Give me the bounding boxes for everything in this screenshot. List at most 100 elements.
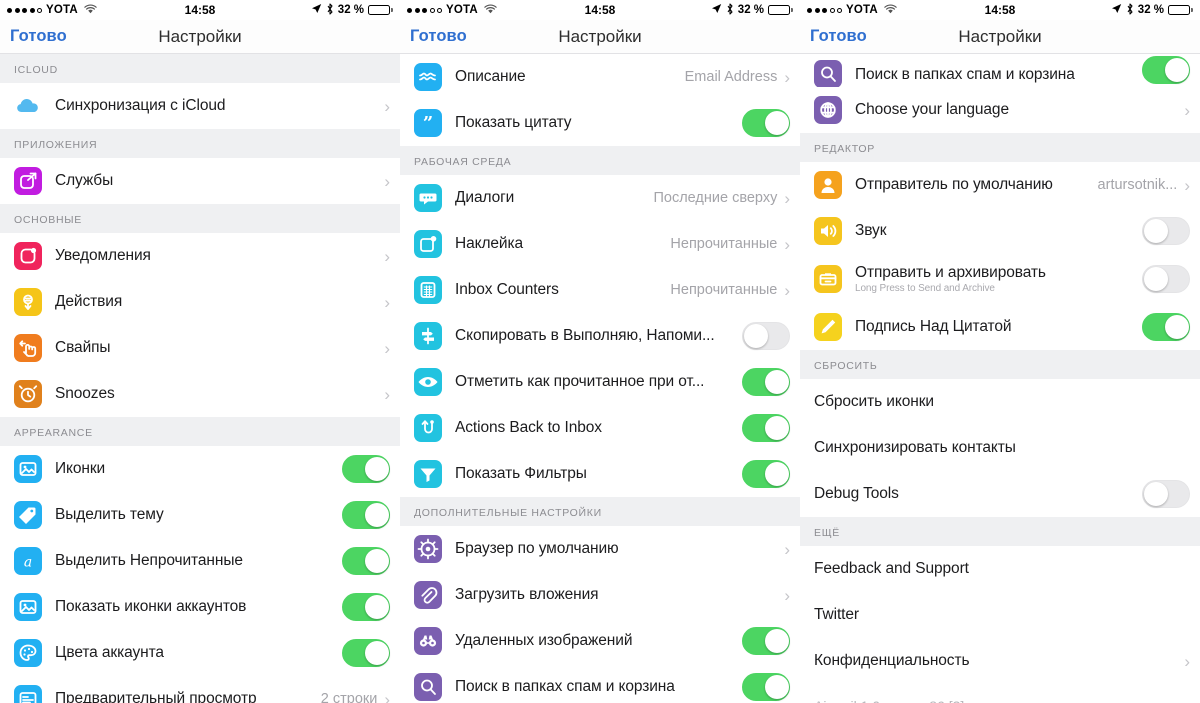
done-button[interactable]: Готово (810, 27, 867, 46)
list-item[interactable]: Иконки (0, 446, 400, 492)
list-item[interactable]: Поиск в папках спам и корзина (400, 664, 800, 703)
toggle-switch[interactable] (1142, 56, 1190, 84)
chevron-right-icon[interactable]: › (784, 587, 790, 604)
list-item[interactable]: Действия › (0, 279, 400, 325)
list-item[interactable]: Предварительный просмотр 2 строки › (0, 676, 400, 703)
list-item[interactable]: Отправитель по умолчанию artursotnik... › (800, 162, 1200, 208)
toggle-switch[interactable] (342, 455, 390, 483)
list-item-label: Скопировать в Выполняю, Напоми... (455, 327, 715, 344)
list-item[interactable]: Feedback and Support (800, 546, 1200, 592)
signal-dot-empty (829, 7, 835, 13)
battery-percent-label: 32 % (337, 4, 365, 16)
chevron-right-icon[interactable]: › (784, 541, 790, 558)
list-item[interactable]: Удаленных изображений (400, 618, 800, 664)
list-item[interactable]: Конфиденциальность › (800, 638, 1200, 684)
list-item-label: Поиск в папках спам и корзина (855, 66, 1075, 83)
list-item[interactable]: Цвета аккаунта (0, 630, 400, 676)
list-item[interactable]: Actions Back to Inbox (400, 405, 800, 451)
list-item[interactable]: Описание Email Address › (400, 54, 800, 100)
chevron-right-icon[interactable]: › (784, 282, 790, 299)
list-item-text: Debug Tools (814, 485, 1134, 503)
toggle-switch[interactable] (742, 368, 790, 396)
list-item[interactable]: Синхронизировать контакты (800, 425, 1200, 471)
list-item[interactable]: Inbox Counters Непрочитанные › (400, 267, 800, 313)
list-item-value: artursotnik... (1097, 177, 1178, 193)
list-item[interactable]: Свайпы › (0, 325, 400, 371)
list-item[interactable]: Скопировать в Выполняю, Напоми... (400, 313, 800, 359)
list-item[interactable]: Отправить и архивировать Long Press to Se… (800, 254, 1200, 304)
list-item-label: Snoozes (55, 385, 115, 402)
chevron-right-icon[interactable]: › (384, 173, 390, 190)
list-item-label: Feedback and Support (814, 560, 969, 577)
list-item[interactable]: Подпись Над Цитатой (800, 304, 1200, 350)
list-item-label: Наклейка (455, 235, 524, 252)
toggle-switch[interactable] (742, 322, 790, 350)
status-bar-right: 32 % (615, 2, 794, 18)
list-item[interactable]: ” Показать цитату (400, 100, 800, 146)
done-button[interactable]: Готово (410, 27, 467, 46)
toggle-switch[interactable] (342, 639, 390, 667)
signal-dot-empty (437, 7, 442, 13)
list-item-label: Сбросить иконки (814, 393, 934, 410)
list-item-label: Описание (455, 68, 526, 85)
list-item[interactable]: Показать Фильтры (400, 451, 800, 497)
chevron-right-icon[interactable]: › (384, 248, 390, 265)
svg-text:”: ” (423, 113, 433, 134)
list-item[interactable]: Twitter (800, 592, 1200, 638)
toggle-switch[interactable] (742, 414, 790, 442)
list-item-text: Загрузить вложения (455, 586, 777, 604)
toggle-switch[interactable] (742, 673, 790, 701)
chevron-right-icon[interactable]: › (384, 98, 390, 115)
toggle-switch[interactable] (1142, 480, 1190, 508)
chevron-right-icon[interactable]: › (384, 340, 390, 357)
list-item[interactable]: Choose your language › (800, 87, 1200, 133)
battery-percent-label: 32 % (737, 4, 765, 16)
list-item[interactable]: Диалоги Последние сверху › (400, 175, 800, 221)
chevron-right-icon[interactable]: › (784, 236, 790, 253)
chevron-right-icon[interactable]: › (1184, 177, 1190, 194)
list-item[interactable]: Службы › (0, 158, 400, 204)
toggle-switch[interactable] (342, 501, 390, 529)
toggle-switch[interactable] (1142, 265, 1190, 293)
list-item-label: Предварительный просмотр (55, 690, 257, 703)
chevron-right-icon[interactable]: › (1184, 102, 1190, 119)
toggle-switch[interactable] (742, 109, 790, 137)
preview-lines-icon (14, 685, 42, 703)
list-item[interactable]: Поиск в папках спам и корзина (800, 54, 1200, 88)
battery-icon (368, 5, 394, 15)
section-body: Диалоги Последние сверху › Наклейка Непрочит… (400, 175, 800, 497)
chevron-right-icon[interactable]: › (384, 386, 390, 403)
list-item[interactable]: Звук (800, 208, 1200, 254)
chevron-right-icon[interactable]: › (384, 294, 390, 311)
toggle-switch[interactable] (1142, 313, 1190, 341)
chevron-right-icon[interactable]: › (784, 190, 790, 207)
location-arrow-icon (1111, 3, 1122, 17)
list-item[interactable]: a Выделить Непрочитанные (0, 538, 400, 584)
list-item[interactable]: Показать иконки аккаунтов (0, 584, 400, 630)
battery-icon (1168, 5, 1194, 15)
toggle-switch[interactable] (742, 460, 790, 488)
list-item[interactable]: Сбросить иконки (800, 379, 1200, 425)
list-item[interactable]: Debug Tools (800, 471, 1200, 517)
done-button[interactable]: Готово (10, 27, 67, 46)
chevron-right-icon[interactable]: › (1184, 653, 1190, 670)
section-body: Службы › (0, 158, 400, 204)
list-item[interactable]: Браузер по умолчанию › (400, 526, 800, 572)
chevron-right-icon[interactable]: › (784, 69, 790, 86)
toggle-switch[interactable] (1142, 217, 1190, 245)
account-icons-image-icon (14, 593, 42, 621)
list-item[interactable]: Snoozes › (0, 371, 400, 417)
chevron-right-icon[interactable]: › (384, 691, 390, 703)
list-item[interactable]: Отметить как прочитанное при от... (400, 359, 800, 405)
list-item[interactable]: Наклейка Непрочитанные › (400, 221, 800, 267)
toggle-switch[interactable] (342, 547, 390, 575)
toggle-switch[interactable] (742, 627, 790, 655)
list-item[interactable]: Загрузить вложения › (400, 572, 800, 618)
list-item[interactable]: Выделить тему (0, 492, 400, 538)
signal-dot-filled (29, 7, 35, 13)
list-item[interactable]: Уведомления › (0, 233, 400, 279)
list-item[interactable]: Синхронизация с iCloud › (0, 83, 400, 129)
actions-icon (14, 288, 42, 316)
toggle-switch[interactable] (342, 593, 390, 621)
icloud-cloud-icon (14, 92, 42, 120)
